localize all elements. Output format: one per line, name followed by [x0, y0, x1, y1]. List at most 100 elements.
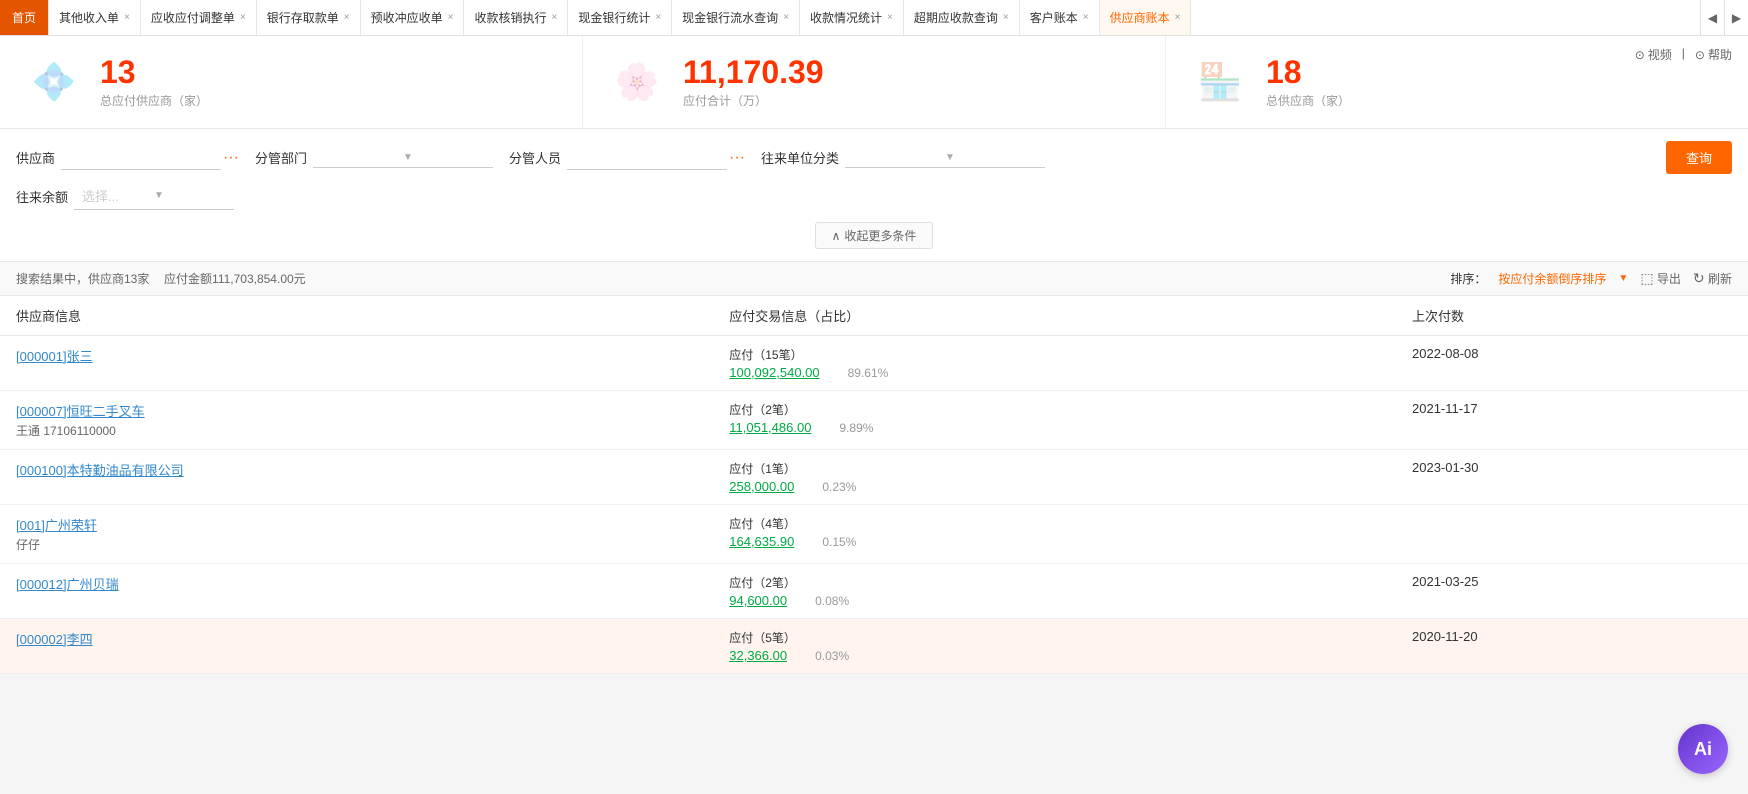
- nav-home[interactable]: 首页: [0, 0, 49, 35]
- nav-tab[interactable]: 银行存取款单×: [257, 0, 361, 35]
- nav-tab[interactable]: 超期应收款查询×: [904, 0, 1020, 35]
- supplier-link[interactable]: [000100]本特勤油品有限公司: [16, 463, 184, 478]
- tx-percent: 0.08%: [815, 594, 849, 608]
- supplier-link[interactable]: [001]广州荣轩: [16, 518, 97, 533]
- supplier-link[interactable]: [000001]张三: [16, 349, 93, 364]
- tx-info-cell: 应付（1笔） 258,000.00 0.23%: [713, 450, 1396, 505]
- balance-filter-select[interactable]: 选择... ▼: [74, 182, 234, 210]
- tx-label: 应付（4笔）: [729, 515, 1380, 532]
- table-row: [000001]张三 应付（15笔） 100,092,540.00 89.61%…: [0, 336, 1748, 391]
- last-pay-date: 2021-11-17: [1412, 401, 1478, 416]
- nav-tab[interactable]: 现金银行流水查询×: [672, 0, 800, 35]
- help-links: ⊙ 视频 | ⊙ 帮助: [1635, 46, 1732, 63]
- nav-tab[interactable]: 其他收入单 ×: [49, 0, 141, 35]
- result-summary: 搜索结果中，供应商13家: [16, 270, 149, 287]
- tab-close-icon[interactable]: ×: [551, 12, 557, 23]
- supplier-link[interactable]: [000002]李四: [16, 632, 93, 647]
- tx-info-cell: 应付（15笔） 100,092,540.00 89.61%: [713, 336, 1396, 391]
- filter-category: 往来单位分类 ▼: [761, 148, 1045, 168]
- tx-percent: 0.15%: [822, 535, 856, 549]
- help-link[interactable]: ⊙ 帮助: [1695, 46, 1732, 63]
- table-row: [000002]李四 应付（5笔） 32,366.00 0.03% 2020-1…: [0, 619, 1748, 674]
- query-button[interactable]: 查询: [1666, 141, 1732, 174]
- amount-link[interactable]: 100,092,540.00: [729, 365, 819, 380]
- nav-tab[interactable]: 客户账本×: [1020, 0, 1100, 35]
- tab-label: 其他收入单: [59, 9, 119, 26]
- tab-close-icon[interactable]: ×: [240, 12, 246, 23]
- supplier-sub-info: 仔仔: [16, 536, 697, 553]
- nav-tab[interactable]: 收款情况统计 ×: [800, 0, 904, 35]
- nav-tab[interactable]: 预收冲应收单×: [361, 0, 465, 35]
- dept-filter-arrow: ▼: [403, 152, 485, 163]
- filter-balance: 往来余额 选择... ▼: [16, 182, 234, 210]
- supplier-info-cell: [000100]本特勤油品有限公司: [0, 450, 713, 505]
- nav-tab[interactable]: 供应商账本×: [1100, 0, 1192, 35]
- last-pay-date: 2020-11-20: [1412, 629, 1478, 644]
- tx-label: 应付（2笔）: [729, 401, 1380, 418]
- payable-total-label: 应付合计（万）: [683, 92, 824, 109]
- dept-filter-select[interactable]: ▼: [313, 148, 493, 168]
- tx-info-cell: 应付（5笔） 32,366.00 0.03%: [713, 619, 1396, 674]
- table-row: [000012]广州贝瑞 应付（2笔） 94,600.00 0.08% 2021…: [0, 564, 1748, 619]
- tx-label: 应付（15笔）: [729, 346, 1380, 363]
- amount-link[interactable]: 32,366.00: [729, 648, 787, 663]
- filter-person: 分管人员 ···: [509, 146, 745, 170]
- store-icon: 🏪: [1190, 52, 1250, 112]
- refresh-button[interactable]: ↻ 刷新: [1693, 270, 1732, 287]
- tab-close-icon[interactable]: ×: [448, 12, 454, 23]
- ai-assistant-button[interactable]: Ai: [1678, 724, 1728, 774]
- supplier-filter-input[interactable]: [61, 146, 221, 170]
- filter-dept: 分管部门 ▼: [255, 148, 493, 168]
- tab-close-icon[interactable]: ×: [1003, 12, 1009, 23]
- supplier-table: 供应商信息 应付交易信息（占比） 上次付数 [000001]张三 应付（15笔）…: [0, 296, 1748, 674]
- nav-tab[interactable]: 现金银行统计×: [568, 0, 672, 35]
- tab-close-icon[interactable]: ×: [124, 12, 130, 23]
- nav-bar: 首页 其他收入单×应收应付调整单×银行存取款单×预收冲应收单×收款核销执行×现金…: [0, 0, 1748, 36]
- tab-label: 收款情况统计: [810, 9, 882, 26]
- result-separator: [153, 272, 160, 286]
- supplier-link[interactable]: [000007]恒旺二手叉车: [16, 404, 145, 419]
- sort-dropdown-arrow[interactable]: ▼: [1618, 273, 1628, 284]
- person-filter-input[interactable]: [567, 146, 727, 170]
- summary-bar: 💠 13 总应付供应商（家） 🌸 11,170.39 应付合计（万） 🏪 18 …: [0, 36, 1748, 129]
- tab-close-icon[interactable]: ×: [1175, 12, 1181, 23]
- nav-tab[interactable]: 收款核销执行×: [464, 0, 568, 35]
- th-supplier: 供应商信息: [0, 296, 713, 336]
- supplier-icon: 💠: [24, 52, 84, 112]
- amount-link[interactable]: 258,000.00: [729, 479, 794, 494]
- balance-filter-value: 选择...: [82, 186, 154, 205]
- tab-close-icon[interactable]: ×: [1083, 12, 1089, 23]
- supplier-info-cell: [000007]恒旺二手叉车王通 17106110000: [0, 391, 713, 450]
- nav-tab[interactable]: 应收应付调整单 ×: [141, 0, 257, 35]
- tx-percent: 0.03%: [815, 649, 849, 663]
- table-row: [000100]本特勤油品有限公司 应付（1笔） 258,000.00 0.23…: [0, 450, 1748, 505]
- supplier-link[interactable]: [000012]广州贝瑞: [16, 577, 119, 592]
- tab-close-icon[interactable]: ×: [344, 12, 350, 23]
- summary-card-total: 🏪 18 总供应商（家） ⊙ 视频 | ⊙ 帮助: [1166, 36, 1748, 128]
- tab-label: 应收应付调整单: [151, 9, 235, 26]
- supplier-count-label: 总应付供应商（家）: [100, 92, 208, 109]
- nav-prev-arrow[interactable]: ◀: [1700, 0, 1724, 36]
- amount-link[interactable]: 11,051,486.00: [729, 420, 811, 435]
- filter-row-2: 往来余额 选择... ▼: [16, 182, 1732, 210]
- person-filter-label: 分管人员: [509, 148, 561, 167]
- sort-select[interactable]: 按应付余额倒序排序: [1498, 270, 1606, 287]
- collapse-button[interactable]: ∧ 收起更多条件: [815, 222, 934, 249]
- balance-filter-label: 往来余额: [16, 187, 68, 206]
- tx-info-cell: 应付（2笔） 94,600.00 0.08%: [713, 564, 1396, 619]
- tx-label: 应付（2笔）: [729, 574, 1380, 591]
- tab-close-icon[interactable]: ×: [783, 12, 789, 23]
- supplier-filter-dots[interactable]: ···: [223, 149, 239, 167]
- th-lastpay: 上次付数: [1396, 296, 1748, 336]
- last-pay-cell: 2021-11-17: [1396, 391, 1748, 450]
- amount-link[interactable]: 164,635.90: [729, 534, 794, 549]
- supplier-sub-info: 王通 17106110000: [16, 422, 697, 439]
- amount-link[interactable]: 94,600.00: [729, 593, 787, 608]
- nav-next-arrow[interactable]: ▶: [1724, 0, 1748, 36]
- export-button[interactable]: ⬚ 导出: [1640, 270, 1681, 287]
- person-filter-dots[interactable]: ···: [729, 149, 745, 167]
- category-filter-select[interactable]: ▼: [845, 148, 1045, 168]
- tab-close-icon[interactable]: ×: [655, 12, 661, 23]
- video-link[interactable]: ⊙ 视频: [1635, 46, 1672, 63]
- tab-close-icon[interactable]: ×: [887, 12, 893, 23]
